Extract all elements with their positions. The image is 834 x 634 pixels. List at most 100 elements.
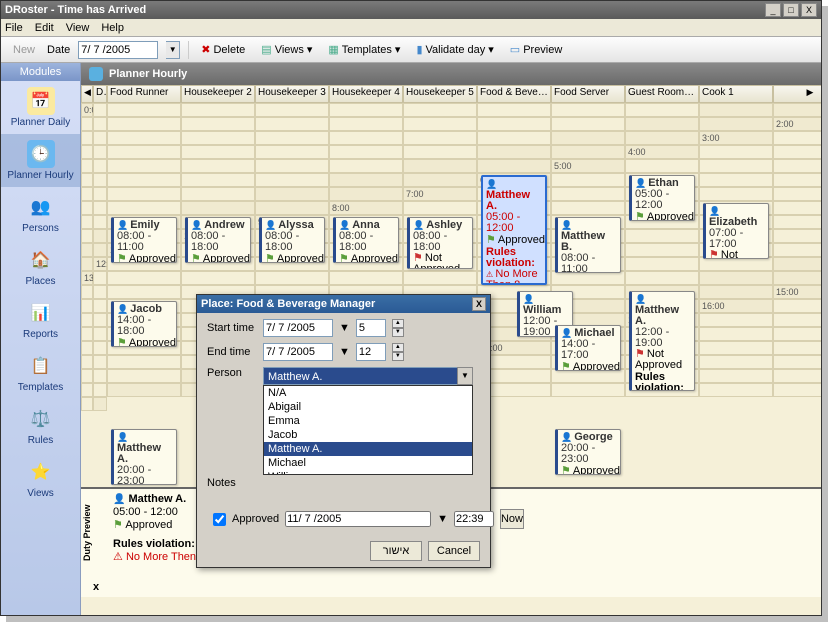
grid-cell[interactable]: [81, 369, 93, 383]
delete-button[interactable]: ✖Delete: [197, 41, 249, 58]
menu-edit[interactable]: Edit: [35, 22, 54, 34]
person-option[interactable]: N/A: [264, 386, 472, 400]
person-option[interactable]: Jacob: [264, 428, 472, 442]
grid-cell[interactable]: [81, 341, 93, 355]
grid-cell[interactable]: [93, 341, 107, 355]
grid-cell[interactable]: [625, 257, 699, 271]
grid-cell[interactable]: [93, 355, 107, 369]
date-input[interactable]: [78, 41, 158, 59]
grid-cell[interactable]: [773, 131, 821, 145]
grid-cell[interactable]: [773, 173, 821, 187]
grid-cell[interactable]: [81, 355, 93, 369]
date-dropdown[interactable]: ▼: [166, 41, 180, 59]
grid-cell[interactable]: [329, 145, 403, 159]
grid-cell[interactable]: [181, 117, 255, 131]
grid-cell[interactable]: [699, 369, 773, 383]
person-list[interactable]: N/AAbigailEmmaJacobMatthew A.MichaelWill…: [263, 385, 473, 475]
grid-cell[interactable]: [81, 201, 93, 215]
grid-cell[interactable]: [81, 313, 93, 327]
grid-cell[interactable]: [107, 201, 181, 215]
menu-file[interactable]: File: [5, 22, 23, 34]
grid-cell[interactable]: [93, 173, 107, 187]
scroll-right-arrow[interactable]: ▶: [773, 85, 821, 103]
grid-cell[interactable]: [699, 145, 773, 159]
column-header[interactable]: Guest Room Atte...: [625, 85, 699, 103]
grid-cell[interactable]: [625, 103, 699, 117]
grid-cell[interactable]: [699, 257, 773, 271]
grid-cell[interactable]: [93, 201, 107, 215]
grid-cell[interactable]: [93, 369, 107, 383]
grid-cell[interactable]: [255, 103, 329, 117]
grid-cell[interactable]: [81, 383, 93, 397]
grid-cell[interactable]: [181, 173, 255, 187]
grid-cell[interactable]: [181, 159, 255, 173]
grid-cell[interactable]: [93, 271, 107, 285]
grid-cell[interactable]: [403, 131, 477, 145]
person-option[interactable]: Matthew A.: [264, 442, 472, 456]
grid-cell[interactable]: [81, 397, 93, 411]
grid-cell[interactable]: [93, 313, 107, 327]
grid-cell[interactable]: [699, 327, 773, 341]
grid-cell[interactable]: [81, 215, 93, 229]
grid-cell[interactable]: [699, 383, 773, 397]
scroll-left-arrow[interactable]: ◀: [81, 85, 93, 103]
grid-cell[interactable]: [255, 159, 329, 173]
event-jacob[interactable]: Jacob 14:00 - 18:00 Approved: [111, 301, 177, 347]
grid-cell[interactable]: [773, 145, 821, 159]
grid-cell[interactable]: [403, 103, 477, 117]
grid-cell[interactable]: [255, 117, 329, 131]
grid-cell[interactable]: [403, 145, 477, 159]
grid-cell[interactable]: [81, 187, 93, 201]
grid-cell[interactable]: [181, 271, 255, 285]
grid-cell[interactable]: [625, 271, 699, 285]
now-button[interactable]: Now: [500, 509, 524, 529]
grid-cell[interactable]: [93, 215, 107, 229]
start-date-input[interactable]: [263, 319, 333, 337]
maximize-button[interactable]: □: [783, 3, 799, 17]
grid-cell[interactable]: [551, 117, 625, 131]
person-option[interactable]: Abigail: [264, 400, 472, 414]
grid-cell[interactable]: [773, 313, 821, 327]
grid-cell[interactable]: [329, 131, 403, 145]
event-matthew-b[interactable]: Matthew B. 08:00 - 11:00 Approved: [555, 217, 621, 273]
grid-cell[interactable]: [477, 103, 551, 117]
end-date-dd[interactable]: ▼: [339, 346, 350, 358]
module-reports[interactable]: 📊Reports: [1, 293, 80, 346]
grid-cell[interactable]: [773, 215, 821, 229]
grid-cell[interactable]: [477, 131, 551, 145]
column-header[interactable]: D..: [93, 85, 107, 103]
column-header[interactable]: Food Server: [551, 85, 625, 103]
templates-button[interactable]: ▦Templates ▾: [324, 41, 404, 58]
person-option[interactable]: Michael: [264, 456, 472, 470]
grid-cell[interactable]: [181, 187, 255, 201]
event-ashley[interactable]: Ashley 08:00 - 18:00 Not Approved: [407, 217, 473, 269]
event-emily[interactable]: Emily 08:00 - 11:00 Approved: [111, 217, 177, 263]
grid-cell[interactable]: [107, 271, 181, 285]
grid-cell[interactable]: [107, 117, 181, 131]
grid-cell[interactable]: [699, 341, 773, 355]
grid-cell[interactable]: [107, 145, 181, 159]
grid-cell[interactable]: [255, 271, 329, 285]
grid-cell[interactable]: [773, 369, 821, 383]
grid-cell[interactable]: [403, 201, 477, 215]
dialog-close[interactable]: X: [472, 297, 486, 311]
grid-cell[interactable]: [93, 187, 107, 201]
grid-cell[interactable]: [773, 187, 821, 201]
approved-date-input[interactable]: [285, 511, 431, 527]
grid-cell[interactable]: [329, 159, 403, 173]
grid-cell[interactable]: [329, 271, 403, 285]
grid-cell[interactable]: [551, 383, 625, 397]
grid-cell[interactable]: [551, 271, 625, 285]
grid-cell[interactable]: [107, 369, 181, 383]
grid-cell[interactable]: [107, 187, 181, 201]
grid-cell[interactable]: [81, 299, 93, 313]
module-views[interactable]: ⭐Views: [1, 452, 80, 505]
cancel-button[interactable]: Cancel: [428, 541, 480, 561]
grid-cell[interactable]: [773, 201, 821, 215]
event-ethan[interactable]: Ethan 05:00 - 12:00 Approved: [629, 175, 695, 221]
grid-cell[interactable]: [477, 117, 551, 131]
minimize-button[interactable]: _: [765, 3, 781, 17]
grid-cell[interactable]: [699, 173, 773, 187]
grid-cell[interactable]: [181, 103, 255, 117]
grid-cell[interactable]: [181, 131, 255, 145]
